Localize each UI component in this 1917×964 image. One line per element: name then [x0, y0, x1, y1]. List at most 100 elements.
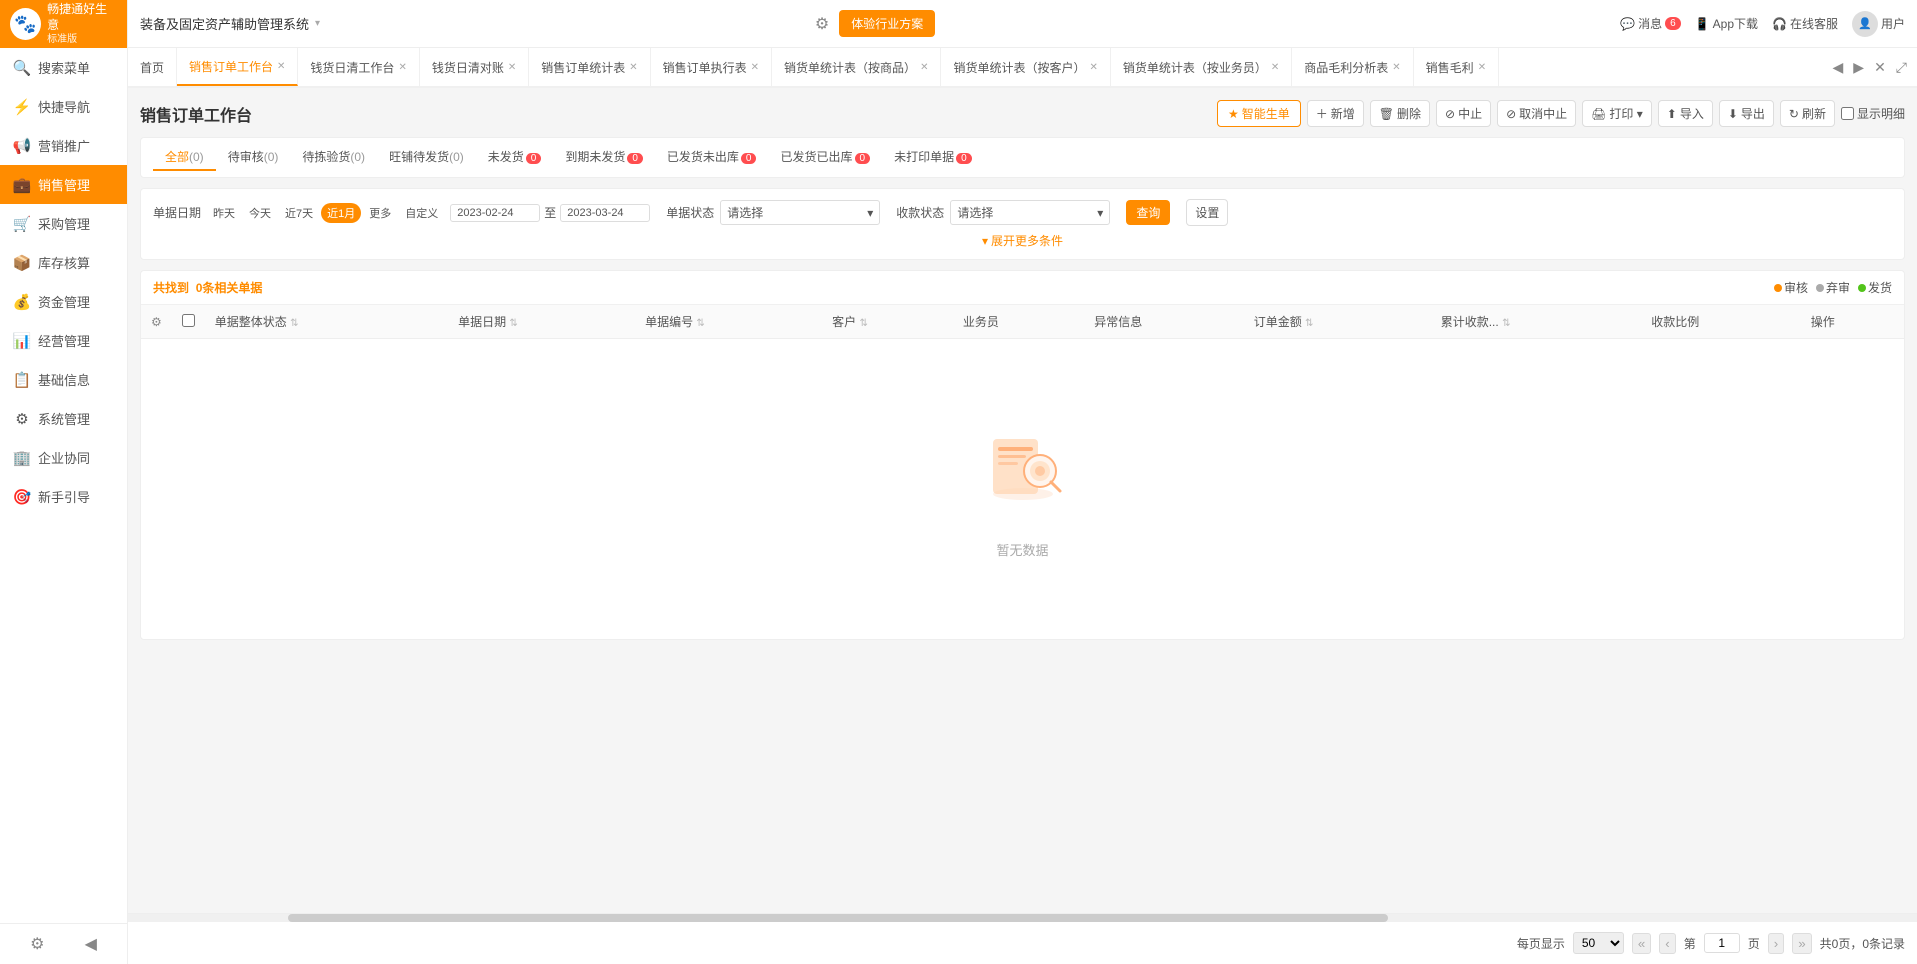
nav-maximize-btn[interactable]: ⤢: [1892, 57, 1911, 78]
status-select[interactable]: 请选择 ▾: [720, 200, 880, 225]
date-btn-近1月[interactable]: 近1月: [321, 203, 361, 223]
status-tab-overdue-not-shipped[interactable]: 到期未发货0: [553, 144, 655, 171]
tab-close-sales-stats[interactable]: ✕: [629, 62, 637, 73]
first-page-btn[interactable]: «: [1632, 933, 1651, 954]
show-detail-checkbox[interactable]: 显示明细: [1841, 105, 1905, 122]
tab-label-sales-gross: 销售毛利: [1426, 59, 1474, 76]
status-tab-not-shipped[interactable]: 未发货0: [476, 144, 554, 171]
sort-amount-icon[interactable]: ⇅: [1305, 318, 1313, 329]
tab-close-sales-stats-customer[interactable]: ✕: [1089, 62, 1097, 73]
tab-sales-order-workbench[interactable]: 销售订单工作台✕: [177, 48, 298, 86]
page-input[interactable]: [1704, 933, 1740, 953]
tab-sales-stats-product[interactable]: 销货单统计表（按商品）✕: [772, 48, 941, 86]
last-page-btn[interactable]: »: [1792, 933, 1811, 954]
add-btn[interactable]: ＋ 新增: [1307, 100, 1364, 127]
cancel-review-action-btn[interactable]: 弃审: [1816, 279, 1850, 296]
next-page-btn[interactable]: ›: [1768, 933, 1784, 954]
smart-create-btn[interactable]: ★ 智能生单: [1217, 100, 1301, 127]
tab-close-cash-reconcile[interactable]: ✕: [508, 62, 516, 73]
stop-btn[interactable]: ⊘ 中止: [1436, 100, 1491, 127]
status-tab-shipped-not-out[interactable]: 已发货未出库0: [655, 144, 769, 171]
message-btn[interactable]: 💬 消息 6: [1620, 15, 1681, 32]
tab-sales-gross[interactable]: 销售毛利 ✕: [1414, 48, 1499, 86]
sidebar-item-quick-nav[interactable]: ⚡快捷导航: [0, 87, 127, 126]
user-menu-btn[interactable]: 👤 用户: [1852, 11, 1905, 37]
tab-close-product-margin[interactable]: ✕: [1392, 62, 1400, 73]
export-btn[interactable]: ⬇ 导出: [1719, 100, 1774, 127]
sidebar-item-enterprise[interactable]: 🏢企业协同: [0, 438, 127, 477]
delete-btn[interactable]: 🗑 删除: [1370, 100, 1430, 127]
sidebar-settings-btn[interactable]: ⚙: [30, 934, 44, 954]
tab-sales-stats-staff[interactable]: 销货单统计表（按业务员）✕: [1111, 48, 1292, 86]
tab-close-cash-daily[interactable]: ✕: [398, 62, 406, 73]
tab-sales-stats-customer[interactable]: 销货单统计表（按客户）✕: [941, 48, 1110, 86]
online-support-btn[interactable]: 🎧 在线客服: [1772, 15, 1838, 32]
app-download-btn[interactable]: 📱 App下载: [1695, 15, 1758, 32]
sidebar-item-purchase[interactable]: 🛒采购管理: [0, 204, 127, 243]
industry-solution-btn[interactable]: 体验行业方案: [839, 10, 935, 37]
tab-home[interactable]: 首页: [128, 48, 177, 86]
sidebar-item-system[interactable]: ⚙系统管理: [0, 399, 127, 438]
sort-status-icon[interactable]: ⇅: [290, 318, 298, 329]
date-to-input[interactable]: [560, 204, 650, 222]
scroll-thumb[interactable]: [288, 914, 1388, 922]
tab-close-sales-order-workbench[interactable]: ✕: [277, 61, 285, 72]
date-btn-近7天[interactable]: 近7天: [279, 203, 319, 223]
sort-collected-icon[interactable]: ⇅: [1502, 318, 1510, 329]
tab-sales-stats[interactable]: 销售订单统计表✕: [529, 48, 650, 86]
date-btn-今天[interactable]: 今天: [243, 203, 277, 223]
cancel-stop-btn[interactable]: ⊘ 取消中止: [1497, 100, 1576, 127]
refresh-btn[interactable]: ↻ 刷新: [1780, 100, 1835, 127]
date-from-input[interactable]: [450, 204, 540, 222]
tab-close-sales-stats-staff[interactable]: ✕: [1271, 62, 1279, 73]
status-tab-not-printed[interactable]: 未打印单据0: [882, 144, 984, 171]
status-tab-pending-review[interactable]: 待审核(0): [216, 144, 291, 171]
scroll-indicator[interactable]: [128, 913, 1917, 921]
tab-product-margin[interactable]: 商品毛利分析表✕: [1292, 48, 1413, 86]
sidebar-item-operations[interactable]: 📊经营管理: [0, 321, 127, 360]
sidebar-item-finance[interactable]: 💰资金管理: [0, 282, 127, 321]
date-btn-昨天[interactable]: 昨天: [207, 203, 241, 223]
prev-page-btn[interactable]: ‹: [1659, 933, 1675, 954]
status-tab-wangpu-pending-ship[interactable]: 旺铺待发货(0): [377, 144, 476, 171]
date-btn-自定义[interactable]: 自定义: [399, 203, 444, 223]
sidebar-item-inventory[interactable]: 📦库存核算: [0, 243, 127, 282]
tab-sales-exec[interactable]: 销售订单执行表✕: [651, 48, 772, 86]
tab-close-sales-exec[interactable]: ✕: [751, 62, 759, 73]
col-settings[interactable]: ⚙: [141, 305, 172, 339]
sidebar-item-guide[interactable]: 🎯新手引导: [0, 477, 127, 516]
query-btn[interactable]: 查询: [1126, 200, 1170, 225]
payment-select[interactable]: 请选择 ▾: [950, 200, 1110, 225]
select-all-checkbox[interactable]: [182, 314, 195, 327]
expand-filter-btn[interactable]: ▾ 展开更多条件: [982, 232, 1063, 249]
tab-close-sales-stats-product[interactable]: ✕: [920, 62, 928, 73]
sidebar-item-marketing[interactable]: 📢营销推广: [0, 126, 127, 165]
sort-date-icon[interactable]: ⇅: [509, 318, 517, 329]
topbar-settings-icon[interactable]: ⚙: [815, 14, 829, 34]
col-number: 单据编号 ⇅: [635, 305, 822, 339]
show-detail-input[interactable]: [1841, 107, 1854, 120]
tab-cash-reconcile[interactable]: 钱货日清对账✕: [420, 48, 529, 86]
nav-next-btn[interactable]: ▶: [1849, 57, 1868, 78]
date-btn-更多[interactable]: 更多: [363, 203, 397, 223]
sidebar-collapse-btn[interactable]: ◀: [85, 934, 97, 954]
sidebar-item-basic-info[interactable]: 📋基础信息: [0, 360, 127, 399]
sidebar-item-search[interactable]: 🔍搜索菜单: [0, 48, 127, 87]
review-action-btn[interactable]: 审核: [1774, 279, 1808, 296]
nav-close-all-btn[interactable]: ✕: [1870, 57, 1890, 78]
page-size-select[interactable]: 50 100 200: [1573, 932, 1624, 954]
nav-prev-btn[interactable]: ◀: [1829, 57, 1848, 78]
status-tab-all[interactable]: 全部(0): [153, 144, 216, 171]
ship-action-btn[interactable]: 发货: [1858, 279, 1892, 296]
topbar-dropdown-icon[interactable]: ▾: [315, 18, 320, 29]
sort-number-icon[interactable]: ⇅: [696, 318, 704, 329]
filter-settings-btn[interactable]: 设置: [1186, 199, 1228, 226]
import-btn[interactable]: ⬆ 导入: [1658, 100, 1713, 127]
tab-cash-daily[interactable]: 钱货日清工作台✕: [298, 48, 419, 86]
print-btn[interactable]: 🖨 打印 ▾: [1582, 100, 1652, 127]
sort-customer-icon[interactable]: ⇅: [859, 318, 867, 329]
sidebar-item-sales[interactable]: 💼销售管理: [0, 165, 127, 204]
tab-close-sales-gross[interactable]: ✕: [1478, 62, 1486, 73]
status-tab-shipped-out[interactable]: 已发货已出库0: [768, 144, 882, 171]
status-tab-pending-inspect[interactable]: 待拣验货(0): [290, 144, 377, 171]
